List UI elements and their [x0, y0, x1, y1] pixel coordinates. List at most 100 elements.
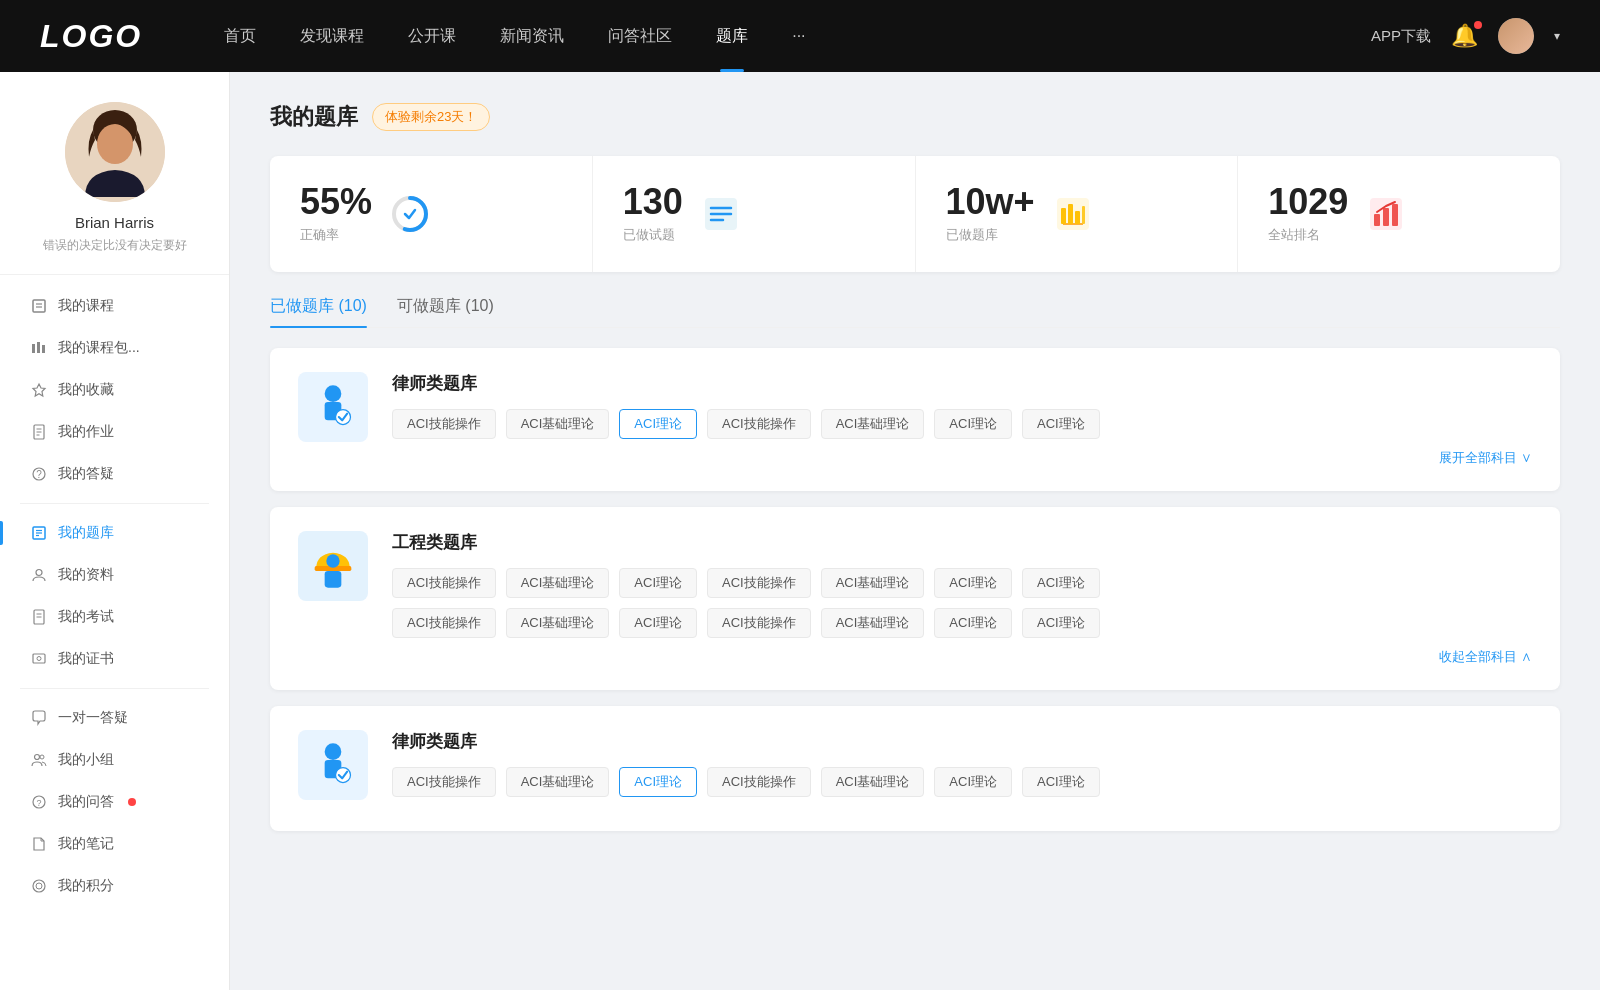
tag-lawyer1-3[interactable]: ACI理论 — [619, 409, 697, 439]
tab-done-banks[interactable]: 已做题库 (10) — [270, 296, 367, 327]
tag-lawyer1-2[interactable]: ACI基础理论 — [506, 409, 610, 439]
course-packages-icon — [30, 339, 48, 357]
bank-card-engineer-content: 工程类题库 ACI技能操作 ACI基础理论 ACI理论 ACI技能操作 ACI基… — [392, 531, 1532, 666]
tag-eng-14[interactable]: ACI理论 — [1022, 608, 1100, 638]
stat-banks-number: 10w+ — [946, 184, 1035, 220]
rank-icon — [1364, 192, 1408, 236]
svg-rect-54 — [325, 571, 342, 588]
tag-lawyer1-7[interactable]: ACI理论 — [1022, 409, 1100, 439]
sidebar: Brian Harris 错误的决定比没有决定要好 我的课程 我的课程包... — [0, 72, 230, 990]
stat-banks-texts: 10w+ 已做题库 — [946, 184, 1035, 244]
app-download-button[interactable]: APP下载 — [1371, 27, 1431, 46]
sidebar-label-courses: 我的课程 — [58, 297, 114, 315]
sidebar-item-notes[interactable]: 我的笔记 — [0, 823, 229, 865]
sidebar-item-homework[interactable]: 我的作业 — [0, 411, 229, 453]
sidebar-item-qa[interactable]: ? 我的答疑 — [0, 453, 229, 495]
svg-point-26 — [35, 755, 40, 760]
sidebar-label-points: 我的积分 — [58, 877, 114, 895]
points-icon — [30, 877, 48, 895]
sidebar-item-profile[interactable]: 我的资料 — [0, 554, 229, 596]
tag-lawyer2-2[interactable]: ACI基础理论 — [506, 767, 610, 797]
collapse-link-engineer[interactable]: 收起全部科目 ∧ — [392, 648, 1532, 666]
lawyer-icon-wrap-1 — [298, 372, 368, 442]
svg-rect-8 — [42, 345, 45, 353]
nav-more[interactable]: ··· — [770, 0, 827, 72]
tag-eng-3[interactable]: ACI理论 — [619, 568, 697, 598]
sidebar-item-one-on-one[interactable]: 一对一答疑 — [0, 697, 229, 739]
svg-rect-43 — [1075, 211, 1080, 224]
tag-eng-13[interactable]: ACI理论 — [934, 608, 1012, 638]
tag-lawyer1-1[interactable]: ACI技能操作 — [392, 409, 496, 439]
tag-eng-11[interactable]: ACI技能操作 — [707, 608, 811, 638]
sidebar-item-courses[interactable]: 我的课程 — [0, 285, 229, 327]
stat-questions-number: 130 — [623, 184, 683, 220]
svg-point-20 — [36, 570, 42, 576]
tag-lawyer2-7[interactable]: ACI理论 — [1022, 767, 1100, 797]
tag-eng-4[interactable]: ACI技能操作 — [707, 568, 811, 598]
nav-home[interactable]: 首页 — [202, 0, 278, 72]
tag-eng-8[interactable]: ACI技能操作 — [392, 608, 496, 638]
nav-discover[interactable]: 发现课程 — [278, 0, 386, 72]
nav-question-bank[interactable]: 题库 — [694, 0, 770, 72]
expand-link-lawyer-1[interactable]: 展开全部科目 ∨ — [392, 449, 1532, 467]
stat-questions: 130 已做试题 — [593, 156, 916, 272]
nav-links: 首页 发现课程 公开课 新闻资讯 问答社区 题库 ··· — [202, 0, 1371, 72]
one-on-one-icon — [30, 709, 48, 727]
tag-lawyer2-6[interactable]: ACI理论 — [934, 767, 1012, 797]
user-avatar[interactable] — [1498, 18, 1534, 54]
tab-available-banks[interactable]: 可做题库 (10) — [397, 296, 494, 327]
tag-lawyer2-5[interactable]: ACI基础理论 — [821, 767, 925, 797]
tag-eng-5[interactable]: ACI基础理论 — [821, 568, 925, 598]
sidebar-item-exams[interactable]: 我的考试 — [0, 596, 229, 638]
avatar-svg — [65, 102, 165, 202]
nav-open-course[interactable]: 公开课 — [386, 0, 478, 72]
svg-point-57 — [336, 768, 351, 783]
tag-lawyer1-4[interactable]: ACI技能操作 — [707, 409, 811, 439]
tag-eng-6[interactable]: ACI理论 — [934, 568, 1012, 598]
tag-lawyer1-6[interactable]: ACI理论 — [934, 409, 1012, 439]
sidebar-item-favorites[interactable]: 我的收藏 — [0, 369, 229, 411]
user-menu-chevron[interactable]: ▾ — [1554, 29, 1560, 43]
svg-point-51 — [336, 410, 351, 425]
bank-card-lawyer-2-content: 律师类题库 ACI技能操作 ACI基础理论 ACI理论 ACI技能操作 ACI基… — [392, 730, 1532, 807]
stat-rank-texts: 1029 全站排名 — [1268, 184, 1348, 244]
sidebar-item-posts[interactable]: ? 我的问答 — [0, 781, 229, 823]
nav-qa[interactable]: 问答社区 — [586, 0, 694, 72]
sidebar-menu: 我的课程 我的课程包... 我的收藏 我的作业 — [0, 275, 229, 907]
stats-row: 55% 正确率 130 已做试题 — [270, 156, 1560, 272]
trial-badge: 体验剩余23天！ — [372, 103, 490, 131]
svg-point-34 — [400, 204, 420, 224]
notification-bell[interactable]: 🔔 — [1451, 23, 1478, 49]
sidebar-item-certificates[interactable]: 我的证书 — [0, 638, 229, 680]
tag-eng-7[interactable]: ACI理论 — [1022, 568, 1100, 598]
bank-card-engineer: 工程类题库 ACI技能操作 ACI基础理论 ACI理论 ACI技能操作 ACI基… — [270, 507, 1560, 690]
sidebar-item-question-bank[interactable]: 我的题库 — [0, 512, 229, 554]
sidebar-item-course-packages[interactable]: 我的课程包... — [0, 327, 229, 369]
tag-eng-2[interactable]: ACI基础理论 — [506, 568, 610, 598]
tag-eng-1[interactable]: ACI技能操作 — [392, 568, 496, 598]
main-content: 我的题库 体验剩余23天！ 55% 正确率 — [230, 72, 1600, 990]
nav-news[interactable]: 新闻资讯 — [478, 0, 586, 72]
svg-rect-48 — [1392, 204, 1398, 226]
tag-eng-10[interactable]: ACI理论 — [619, 608, 697, 638]
svg-rect-44 — [1082, 206, 1085, 224]
stat-rank-label: 全站排名 — [1268, 226, 1348, 244]
tag-lawyer1-5[interactable]: ACI基础理论 — [821, 409, 925, 439]
sidebar-item-groups[interactable]: 我的小组 — [0, 739, 229, 781]
logo[interactable]: LOGO — [40, 18, 142, 55]
sidebar-item-points[interactable]: 我的积分 — [0, 865, 229, 907]
page-title: 我的题库 — [270, 102, 358, 132]
tag-eng-12[interactable]: ACI基础理论 — [821, 608, 925, 638]
tag-lawyer2-4[interactable]: ACI技能操作 — [707, 767, 811, 797]
sidebar-label-groups: 我的小组 — [58, 751, 114, 769]
stat-questions-texts: 130 已做试题 — [623, 184, 683, 244]
tag-lawyer2-3[interactable]: ACI理论 — [619, 767, 697, 797]
tags-row-engineer-1: ACI技能操作 ACI基础理论 ACI理论 ACI技能操作 ACI基础理论 AC… — [392, 568, 1532, 598]
question-bank-icon — [30, 524, 48, 542]
lawyer-icon-svg-1 — [308, 382, 358, 432]
bank-name-lawyer-1: 律师类题库 — [392, 372, 1532, 395]
tag-eng-9[interactable]: ACI基础理论 — [506, 608, 610, 638]
svg-point-49 — [325, 385, 342, 402]
stat-banks: 10w+ 已做题库 — [916, 156, 1239, 272]
tag-lawyer2-1[interactable]: ACI技能操作 — [392, 767, 496, 797]
